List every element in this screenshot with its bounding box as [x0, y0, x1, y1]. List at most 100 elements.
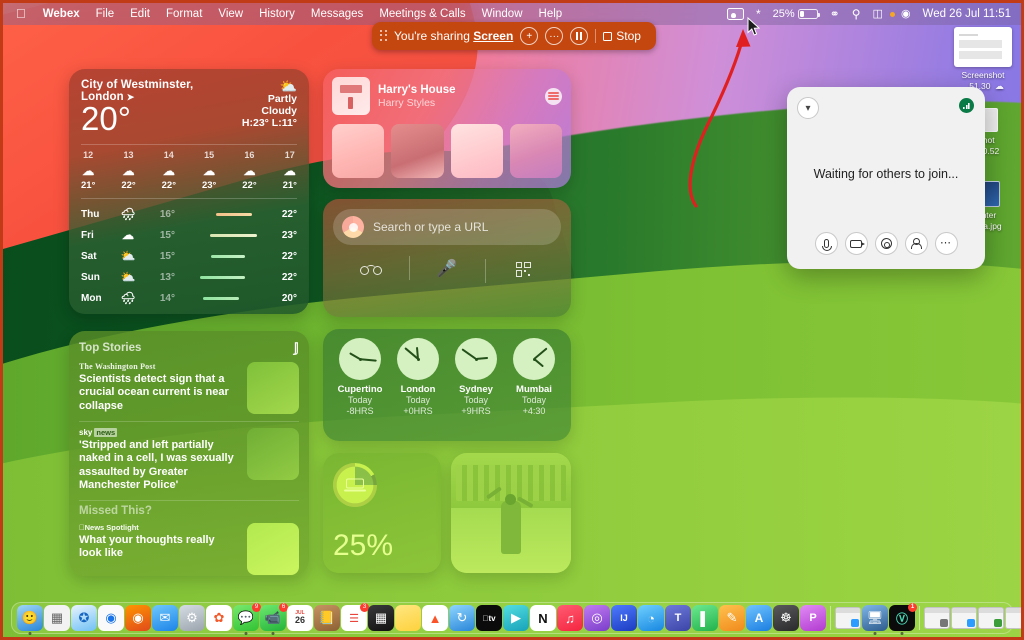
- menu-item-history[interactable]: History: [251, 3, 303, 25]
- sidecar-icon[interactable]: ⚭: [824, 3, 846, 25]
- clock-offset: +4:30: [522, 405, 546, 416]
- dock-item-edge[interactable]: ◔: [638, 605, 664, 631]
- dock-item-notes[interactable]: [395, 605, 421, 631]
- desktop-icon-screenshot-1[interactable]: Screenshot ...51.30 ☁: [947, 27, 1019, 92]
- dock-item-stats[interactable]: ▌: [692, 605, 718, 631]
- search-input[interactable]: Search or type a URL: [333, 209, 561, 245]
- world-clock-widget[interactable]: Cupertino Today -8HRS London Today +0HRS…: [323, 329, 571, 441]
- news-story[interactable]: sky news 'Stripped and left partially nak…: [79, 428, 299, 493]
- add-share-button[interactable]: +: [520, 27, 539, 45]
- menu-bar-clock[interactable]: Wed 26 Jul 11:51: [917, 8, 1011, 20]
- menu-item-messages[interactable]: Messages: [303, 3, 371, 25]
- news-story[interactable]: News Spotlight What your thoughts reall…: [79, 522, 299, 575]
- rain-cloud-icon: 🌧: [120, 291, 136, 306]
- dock-item-launchpad[interactable]: ▦: [44, 605, 70, 631]
- photos-widget[interactable]: [451, 453, 571, 573]
- dock-item-photos[interactable]: ✿: [206, 605, 232, 631]
- menu-item-file[interactable]: File: [88, 3, 123, 25]
- album-tile[interactable]: [509, 124, 562, 178]
- pause-share-button[interactable]: [570, 27, 589, 45]
- siri-icon[interactable]: ◉: [895, 3, 917, 25]
- news-widget-title: Top Stories: [79, 342, 142, 354]
- dock-item-reminders[interactable]: ☰ 3: [341, 603, 369, 631]
- share-button[interactable]: [874, 232, 898, 255]
- dock-item-chrome[interactable]: ◉: [98, 605, 124, 631]
- dock[interactable]: 🙂 ▦ ✪ ◉ ◉ ✉ ⚙ ✿ 💬9 📹6 JUL26 📒 ☰3 ▦ ▲ ↻ …: [11, 602, 1021, 635]
- dock-item-safari[interactable]: ✪: [71, 605, 97, 631]
- hour-label: 17: [284, 149, 295, 160]
- dock-item-messages[interactable]: 💬 9: [233, 603, 261, 635]
- dock-item-calendar[interactable]: JUL 26: [287, 605, 313, 631]
- weather-widget[interactable]: City of Westminster, London ➤ 20° ⛅ Partl…: [69, 69, 309, 314]
- day-low: 14°: [159, 292, 175, 304]
- album-tile[interactable]: [332, 124, 385, 178]
- day-label: Thu: [81, 208, 100, 220]
- dock-window-3[interactable]: [978, 607, 1004, 629]
- dock-item-firefox[interactable]: ◉: [125, 605, 151, 631]
- dock-item-intellij[interactable]: IJ: [611, 605, 637, 631]
- dock-item-freeform[interactable]: ▦: [368, 605, 394, 631]
- hourly-cell: 13 ☁ 22°: [121, 150, 135, 191]
- screen-sharing-banner[interactable]: You're sharing Screen + ··· Stop: [372, 22, 656, 50]
- video-button[interactable]: [844, 232, 868, 255]
- menu-item-format[interactable]: Format: [158, 3, 210, 25]
- stop-share-button[interactable]: Stop: [595, 29, 641, 43]
- dock-window-2[interactable]: [951, 607, 977, 629]
- mute-button[interactable]: [814, 232, 838, 255]
- more-share-options-button[interactable]: ···: [545, 27, 564, 45]
- apple-logo-icon[interactable]: : [11, 3, 35, 25]
- chrome-search-widget[interactable]: Search or type a URL 🎤: [323, 199, 571, 317]
- dock-item-brave[interactable]: ▲: [422, 605, 448, 631]
- microphone-icon[interactable]: 🎤: [409, 256, 485, 280]
- spotify-icon[interactable]: [545, 87, 562, 105]
- spotlight-search-icon[interactable]: ⚲: [846, 3, 867, 25]
- menu-item-view[interactable]: View: [210, 3, 251, 25]
- dock-item-teams[interactable]: T: [665, 605, 691, 631]
- dock-window-1[interactable]: [924, 607, 950, 629]
- news-widget[interactable]: Top Stories 𝕁 The Washington Post Scient…: [69, 331, 309, 576]
- location-arrow-icon: ➤: [126, 92, 135, 102]
- dock-item-system-settings[interactable]: ⚙: [179, 605, 205, 631]
- battery-widget[interactable]: 25%: [323, 453, 441, 573]
- participants-button[interactable]: [904, 232, 928, 255]
- album-tile[interactable]: [450, 124, 503, 178]
- menu-item-edit[interactable]: Edit: [122, 3, 158, 25]
- dock-item-mail[interactable]: ✉: [152, 605, 178, 631]
- screen-sharing-icon[interactable]: [721, 8, 750, 20]
- weather-high-low: H:23° L:11°: [241, 117, 297, 129]
- dock-item-facetime[interactable]: 📹 6: [260, 603, 288, 635]
- news-story[interactable]: The Washington Post Scientists detect si…: [79, 362, 299, 414]
- incognito-icon[interactable]: [333, 264, 409, 275]
- dock-item-apple-tv[interactable]: tv: [476, 605, 502, 631]
- dock-item-notion[interactable]: N: [530, 605, 556, 631]
- webex-meeting-window[interactable]: ▾ Waiting for others to join... ⋯: [787, 87, 985, 269]
- dock-item-appstore-alt[interactable]: ↻: [449, 605, 475, 631]
- menu-bar-status-items: * 25% ⚭ ⚲ ◫ ◉ Wed 26 Jul 11:51: [721, 3, 1013, 25]
- dock-item-app-store[interactable]: A: [746, 605, 772, 631]
- music-widget[interactable]: Harry's House Harry Styles: [323, 69, 571, 188]
- qr-code-icon[interactable]: [485, 258, 561, 283]
- chevron-down-icon[interactable]: ▾: [797, 97, 819, 119]
- drag-handle-icon[interactable]: [380, 29, 387, 43]
- people-icon: [910, 238, 922, 249]
- dock-item-webex[interactable]: Ⓥ 1: [889, 603, 917, 635]
- day-high: 23°: [281, 229, 297, 241]
- battery-status[interactable]: 25%: [767, 3, 824, 25]
- dock-item-finder[interactable]: 🙂: [17, 605, 43, 635]
- dock-item-pocket[interactable]: P: [800, 605, 826, 631]
- control-center-icon[interactable]: ◫: [867, 3, 889, 25]
- dock-window-4[interactable]: [1005, 607, 1021, 629]
- dock-minimized-window-2[interactable]: 🖥: [862, 605, 888, 635]
- more-options-button[interactable]: ⋯: [934, 232, 958, 255]
- dock-item-contacts[interactable]: 📒: [314, 605, 340, 631]
- dock-minimized-window-1[interactable]: [835, 607, 861, 629]
- album-art: [332, 77, 370, 115]
- dock-item-settings-alt[interactable]: ☸: [773, 605, 799, 631]
- dock-item-podcasts[interactable]: ◎: [584, 605, 610, 631]
- dock-item-text-editor[interactable]: ✎: [719, 605, 745, 631]
- dock-item-final-cut[interactable]: ▶: [503, 605, 529, 631]
- dock-item-music[interactable]: ♫: [557, 605, 583, 631]
- weather-daily-list: Thu 🌧 16° 22° Fri ☁ 15° 23° Sat ⛅ 15° 22° Sun ⛅ 13°…: [81, 204, 297, 309]
- menu-item-webex[interactable]: Webex: [35, 3, 88, 25]
- album-tile[interactable]: [391, 124, 444, 178]
